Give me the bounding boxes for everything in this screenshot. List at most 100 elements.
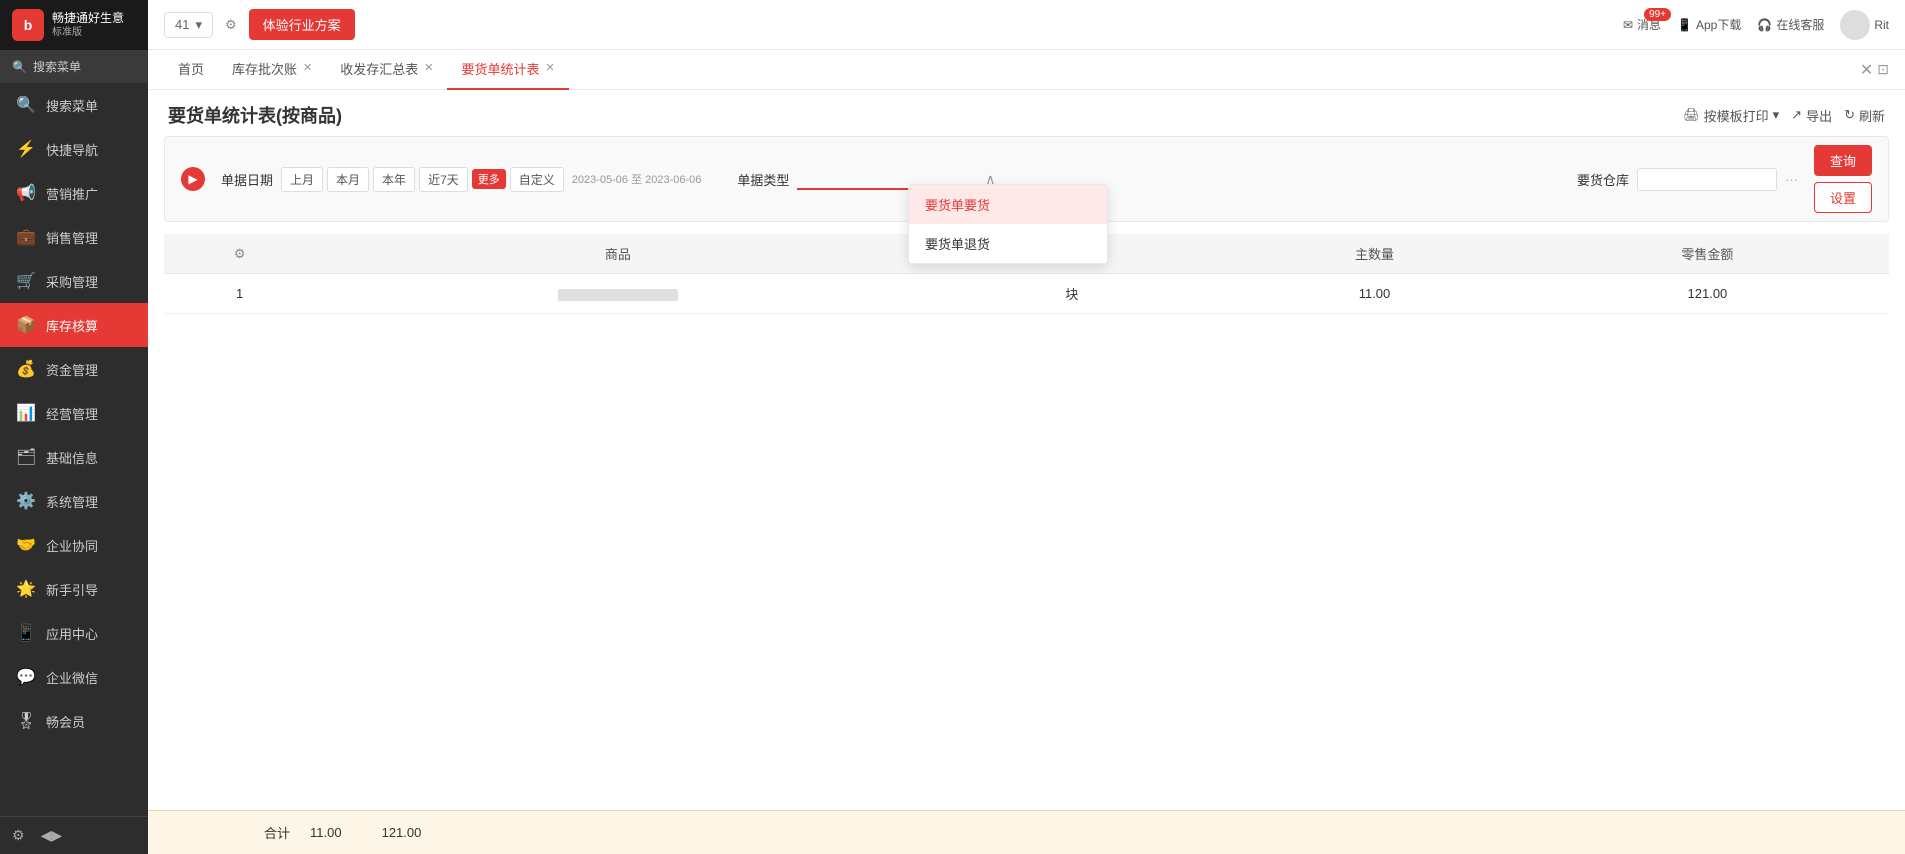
date-quick-buttons: 上月 本月 本年 近7天 更多 自定义 bbox=[281, 167, 564, 192]
column-settings-icon[interactable]: ⚙ bbox=[164, 234, 315, 274]
table-body: 1 块 11.00 121.00 bbox=[164, 274, 1889, 314]
filter-settings-button[interactable]: 设置 bbox=[1814, 182, 1872, 213]
sidebar-item-search[interactable]: 🔍搜索菜单 bbox=[0, 83, 148, 127]
date-btn-this-month[interactable]: 本月 bbox=[327, 167, 369, 192]
nav-icon-sales: 💼 bbox=[16, 227, 36, 247]
nav-label-operations: 经营管理 bbox=[46, 404, 98, 423]
collapse-icon[interactable]: ◀▶ bbox=[41, 827, 63, 844]
nav-label-system: 系统管理 bbox=[46, 492, 98, 511]
topbar-right: ✉ 消息 99+ 📱 App下载 🎧 在线客服 Rit bbox=[1623, 10, 1889, 40]
sidebar-search[interactable]: 🔍 搜索菜单 bbox=[0, 50, 148, 83]
type-dropdown-menu: 要货单要货 要货单退货 bbox=[908, 184, 1108, 264]
date-btn-last-7-days[interactable]: 近7天 bbox=[419, 167, 468, 192]
nav-icon-guide: 🌟 bbox=[16, 579, 36, 599]
warehouse-input[interactable] bbox=[1637, 168, 1777, 191]
refresh-button[interactable]: ↻ 刷新 bbox=[1844, 106, 1885, 125]
main-content: 41 ▾ ⚙ 体验行业方案 ✉ 消息 99+ 📱 App下载 🎧 在线客服 R bbox=[148, 0, 1905, 854]
date-btn-custom[interactable]: 自定义 bbox=[510, 167, 564, 192]
workspace-selector[interactable]: 41 ▾ bbox=[164, 12, 213, 38]
messages-button[interactable]: ✉ 消息 99+ bbox=[1623, 16, 1661, 33]
nav-icon-marketing: 📢 bbox=[16, 183, 36, 203]
date-more-badge[interactable]: 更多 bbox=[472, 169, 506, 189]
close-tab-receivable[interactable]: ✕ bbox=[424, 63, 433, 74]
close-tab-inventory-batch[interactable]: ✕ bbox=[303, 63, 312, 74]
nav-label-quick: 快捷导航 bbox=[46, 140, 98, 159]
row-amount: 121.00 bbox=[1526, 274, 1889, 314]
warehouse-filter-group: 要货仓库 ··· bbox=[1577, 168, 1798, 191]
nav-label-wechat: 企业微信 bbox=[46, 668, 98, 687]
dropdown-item-order-return[interactable]: 要货单退货 bbox=[909, 224, 1107, 263]
dropdown-item-order-goods[interactable]: 要货单要货 bbox=[909, 185, 1107, 224]
avatar-image bbox=[1840, 10, 1870, 40]
search-icon: 🔍 bbox=[12, 60, 27, 74]
expand-tabs-icon[interactable]: ⊡ bbox=[1877, 61, 1889, 78]
filter-expand-button[interactable]: ▶ bbox=[181, 167, 205, 191]
sidebar-item-sales[interactable]: 💼 销售管理 bbox=[0, 215, 148, 259]
print-icon: 🖨 bbox=[1683, 107, 1700, 123]
nav-icon-wechat: 💬 bbox=[16, 667, 36, 687]
row-number: 1 bbox=[164, 274, 315, 314]
nav-icon-basic: 🗂 bbox=[16, 447, 36, 467]
app-download-button[interactable]: 📱 App下载 bbox=[1677, 16, 1741, 33]
headset-icon: 🎧 bbox=[1757, 18, 1772, 32]
close-all-tabs-button[interactable]: ✕ bbox=[1860, 60, 1873, 80]
footer-amount: 121.00 bbox=[382, 825, 422, 840]
nav-icon-operations: 📊 bbox=[16, 403, 36, 423]
nav-icon-inventory: 📦 bbox=[16, 315, 36, 335]
sidebar-item-enterprise[interactable]: 🤝企业协同 bbox=[0, 523, 148, 567]
page-actions: 🖨 按模板打印 ▾ ↗ 导出 ↻ 刷新 bbox=[1683, 106, 1885, 125]
nav-icon-system: ⚙️ bbox=[16, 491, 36, 511]
message-icon: ✉ bbox=[1623, 18, 1633, 32]
tab-inventory-batch[interactable]: 库存批次账 ✕ bbox=[218, 50, 326, 90]
nav-label-finance: 资金管理 bbox=[46, 360, 98, 379]
user-avatar[interactable]: Rit bbox=[1840, 10, 1889, 40]
warehouse-more-icon[interactable]: ··· bbox=[1785, 172, 1798, 187]
row-qty: 11.00 bbox=[1223, 274, 1526, 314]
sidebar-item-inventory[interactable]: 📦 库存核算 bbox=[0, 303, 148, 347]
refresh-icon: ↻ bbox=[1844, 107, 1855, 123]
nav-label-basic: 基础信息 bbox=[46, 448, 98, 467]
sidebar-item-system[interactable]: ⚙️ 系统管理 bbox=[0, 479, 148, 523]
column-goods: 商品 bbox=[315, 234, 920, 274]
sidebar-item-wechat[interactable]: 💬 企业微信 bbox=[0, 655, 148, 699]
app-logo: b bbox=[12, 9, 44, 41]
sidebar-item-marketing[interactable]: 📢营销推广 bbox=[0, 171, 148, 215]
nav-label-purchase: 采购管理 bbox=[46, 272, 98, 291]
sidebar-item-member[interactable]: 🎖畅会员 bbox=[0, 699, 148, 743]
online-service-button[interactable]: 🎧 在线客服 bbox=[1757, 16, 1824, 33]
date-btn-last-month[interactable]: 上月 bbox=[281, 167, 323, 192]
settings-icon[interactable]: ⚙ bbox=[12, 827, 25, 844]
settings-icon[interactable]: ⚙ bbox=[225, 17, 237, 33]
footer-label: 合计 bbox=[264, 823, 290, 842]
date-btn-this-year[interactable]: 本年 bbox=[373, 167, 415, 192]
nav-label-inventory: 库存核算 bbox=[46, 316, 98, 335]
sidebar-item-basic[interactable]: 🗂 基础信息 bbox=[0, 435, 148, 479]
export-button[interactable]: ↗ 导出 bbox=[1791, 106, 1832, 125]
nav-label-sales: 销售管理 bbox=[46, 228, 98, 247]
sidebar-item-quick[interactable]: ⚡ 快捷导航 bbox=[0, 127, 148, 171]
sidebar-item-finance[interactable]: 💰资金管理 bbox=[0, 347, 148, 391]
date-filter-group: 单据日期 上月 本月 本年 近7天 更多 自定义 2023-05-06 至 20… bbox=[221, 167, 701, 192]
sidebar-item-operations[interactable]: 📊 经营管理 bbox=[0, 391, 148, 435]
trial-button[interactable]: 体验行业方案 bbox=[249, 9, 355, 40]
filter-action-buttons: 查询 设置 bbox=[1814, 145, 1872, 213]
nav-icon-quick: ⚡ bbox=[16, 139, 36, 159]
sidebar-item-purchase[interactable]: 🛒采购管理 bbox=[0, 259, 148, 303]
export-icon: ↗ bbox=[1791, 107, 1802, 123]
row-goods bbox=[315, 274, 920, 314]
column-qty: 主数量 bbox=[1223, 234, 1526, 274]
print-button[interactable]: 🖨 按模板打印 ▾ bbox=[1683, 106, 1779, 125]
sidebar-item-guide[interactable]: 🌟新手引导 bbox=[0, 567, 148, 611]
query-button[interactable]: 查询 bbox=[1814, 145, 1872, 176]
tab-order-stat[interactable]: 要货单统计表 ✕ bbox=[447, 50, 568, 90]
sidebar-item-apps[interactable]: 📱应用中心 bbox=[0, 611, 148, 655]
tab-receivable[interactable]: 收发存汇总表 ✕ bbox=[326, 50, 447, 90]
download-icon: 📱 bbox=[1677, 18, 1692, 32]
footer-qty: 11.00 bbox=[310, 825, 342, 840]
table-row: 1 块 11.00 121.00 bbox=[164, 274, 1889, 314]
tab-home[interactable]: 首页 bbox=[164, 50, 218, 90]
nav-label-search: 搜索菜单 bbox=[46, 96, 98, 115]
goods-placeholder bbox=[558, 289, 678, 301]
close-tab-order-stat[interactable]: ✕ bbox=[546, 63, 555, 74]
sidebar-nav: 🔍搜索菜单 ⚡ 快捷导航 📢营销推广 💼 销售管理 🛒采购管理 📦 库存核算 💰资金管理 📊 经营管理… bbox=[0, 83, 148, 816]
